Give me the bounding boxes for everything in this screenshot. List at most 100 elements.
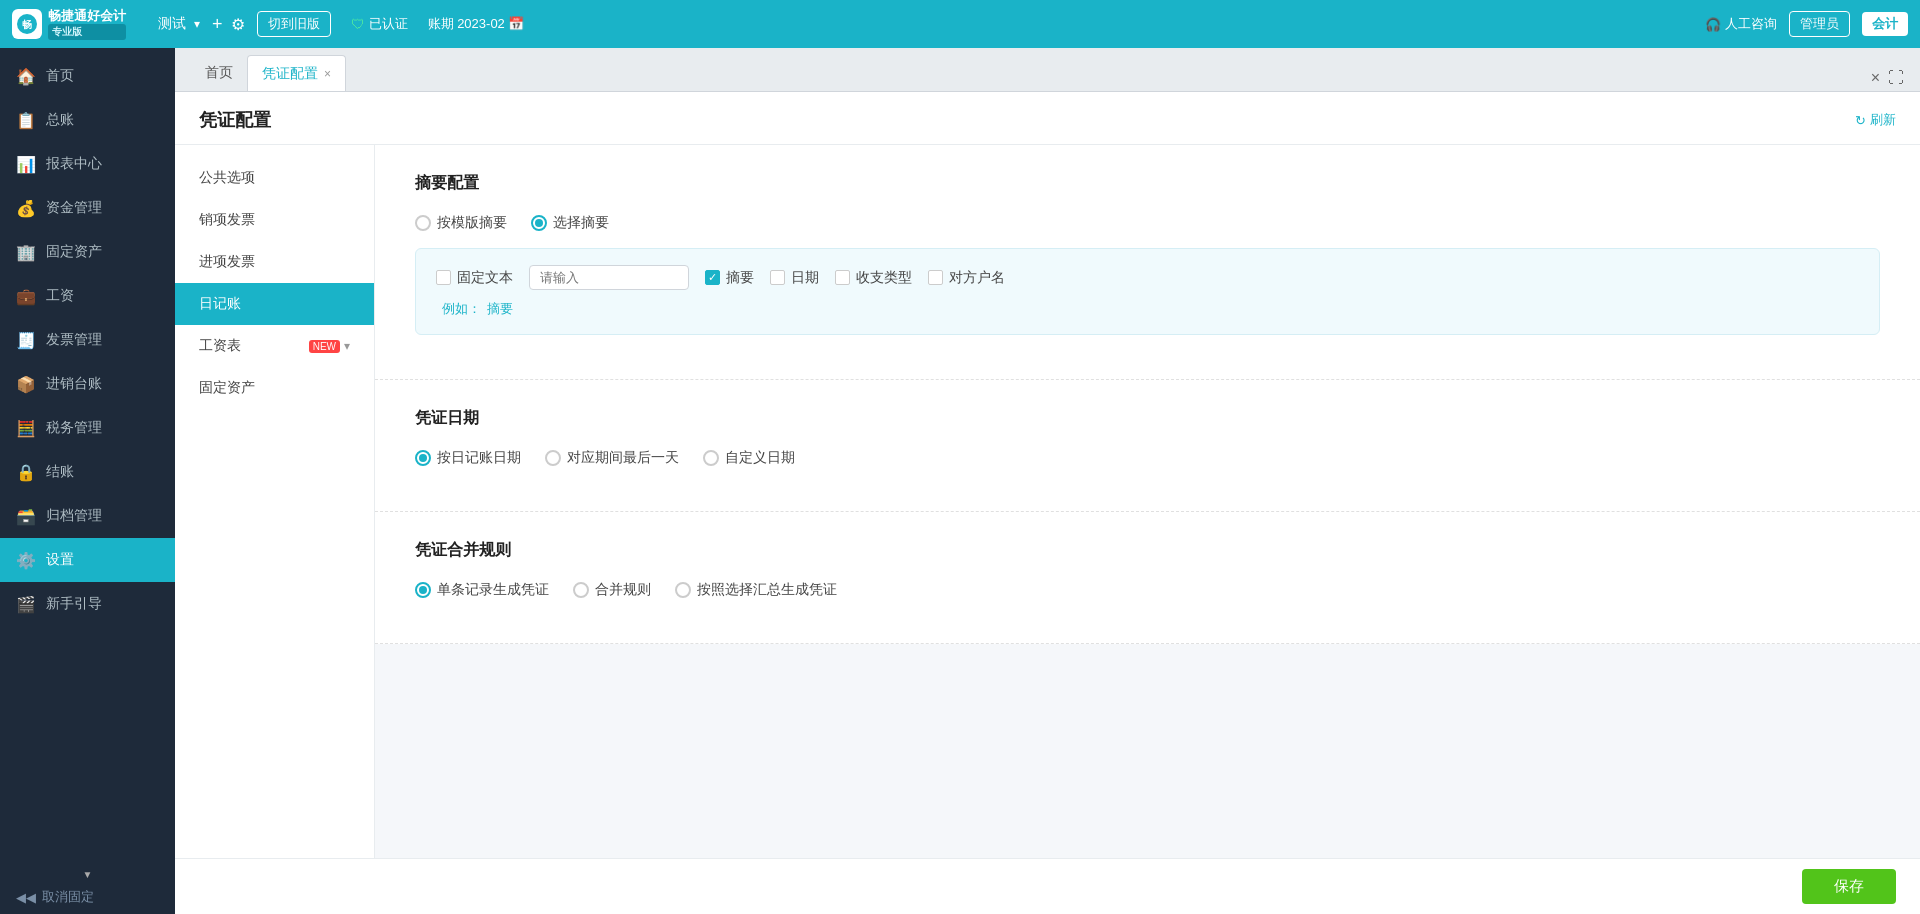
sidebar-item-label-closing: 结账 <box>46 463 74 481</box>
date-radio-group: 按日记账日期 对应期间最后一天 自定义日期 <box>415 449 1880 467</box>
pin-label: 取消固定 <box>42 888 94 906</box>
settings-gear-icon[interactable]: ⚙ <box>231 15 245 34</box>
old-version-button[interactable]: 切到旧版 <box>257 11 331 37</box>
certified-badge: 🛡 已认证 <box>351 15 408 33</box>
left-nav-fixed-assets-label: 固定资产 <box>199 379 255 397</box>
accountant-button[interactable]: 会计 <box>1862 12 1908 36</box>
chevron-down-icon[interactable]: ▾ <box>194 17 200 31</box>
tab-close-icon[interactable]: × <box>324 67 331 81</box>
refresh-button[interactable]: ↻ 刷新 <box>1855 111 1896 129</box>
radio-custom-date[interactable]: 自定义日期 <box>703 449 795 467</box>
sidebar-item-assets[interactable]: 🏢 固定资产 <box>0 230 175 274</box>
sidebar-item-newbie[interactable]: 🎬 新手引导 <box>0 582 175 626</box>
radio-merge-rule-circle <box>573 582 589 598</box>
fixed-text-input[interactable] <box>529 265 689 290</box>
left-nav-journal-label: 日记账 <box>199 295 241 313</box>
sidebar-item-invoice[interactable]: 🧾 发票管理 <box>0 318 175 362</box>
period-info: 账期 2023-02 📅 <box>428 15 525 33</box>
new-badge: NEW <box>309 340 340 353</box>
logo-sub: 专业版 <box>48 24 126 40</box>
radio-select-circle <box>531 215 547 231</box>
checkbox-counterpart-box <box>928 270 943 285</box>
radio-select[interactable]: 选择摘要 <box>531 214 609 232</box>
unpin-button[interactable]: ◀◀ 取消固定 <box>0 879 175 914</box>
sidebar-item-label-finance: 资金管理 <box>46 199 102 217</box>
content-area: 首页 凭证配置 × × ⛶ 凭证配置 ↻ 刷新 <box>175 48 1920 914</box>
support-button[interactable]: 🎧 人工咨询 <box>1705 15 1777 33</box>
sidebar-item-report[interactable]: 📊 报表中心 <box>0 142 175 186</box>
radio-merge-rule[interactable]: 合并规则 <box>573 581 651 599</box>
sidebar-item-label-assets: 固定资产 <box>46 243 102 261</box>
sidebar-item-label-report: 报表中心 <box>46 155 102 173</box>
tab-home[interactable]: 首页 <box>191 55 247 91</box>
logo-icon: 畅 <box>12 9 42 39</box>
checkbox-income-type[interactable]: 收支类型 <box>835 269 912 287</box>
sidebar-item-label-newbie: 新手引导 <box>46 595 102 613</box>
sidebar-item-label-invoice: 发票管理 <box>46 331 102 349</box>
settings-icon: ⚙️ <box>16 550 36 570</box>
checkbox-date[interactable]: 日期 <box>770 269 819 287</box>
radio-template[interactable]: 按模版摘要 <box>415 214 507 232</box>
merge-section: 凭证合并规则 单条记录生成凭证 合并规则 <box>375 512 1920 644</box>
summary-section: 摘要配置 按模版摘要 选择摘要 <box>375 145 1920 380</box>
sidebar-item-sales[interactable]: 📦 进销台账 <box>0 362 175 406</box>
sidebar-item-settings[interactable]: ⚙️ 设置 <box>0 538 175 582</box>
sidebar-item-label-salary: 工资 <box>46 287 74 305</box>
left-nav-public-label: 公共选项 <box>199 169 255 187</box>
sidebar-item-ledger[interactable]: 📋 总账 <box>0 98 175 142</box>
merge-radio-group: 单条记录生成凭证 合并规则 按照选择汇总生成凭证 <box>415 581 1880 599</box>
left-nav-fixed-assets[interactable]: 固定资产 <box>175 367 374 409</box>
checkbox-fixed-text[interactable]: 固定文本 <box>436 269 513 287</box>
app-logo: 畅 畅捷通好会计 专业版 <box>12 8 142 40</box>
left-nav-payroll[interactable]: 工资表 NEW ▾ <box>175 325 374 367</box>
left-nav-sales-invoice[interactable]: 销项发票 <box>175 199 374 241</box>
save-button[interactable]: 保存 <box>1802 869 1896 904</box>
add-project-button[interactable]: + <box>212 14 223 35</box>
date-label: 日期 <box>791 269 819 287</box>
checkbox-income-type-box <box>835 270 850 285</box>
radio-select-merge[interactable]: 按照选择汇总生成凭证 <box>675 581 837 599</box>
radio-custom-date-label: 自定义日期 <box>725 449 795 467</box>
radio-journal-date-label: 按日记账日期 <box>437 449 521 467</box>
admin-button[interactable]: 管理员 <box>1789 11 1850 37</box>
ledger-icon: 📋 <box>16 110 36 130</box>
page: 凭证配置 ↻ 刷新 公共选项 销项发票 进项发票 <box>175 92 1920 914</box>
sidebar-item-label-tax: 税务管理 <box>46 419 102 437</box>
radio-single[interactable]: 单条记录生成凭证 <box>415 581 549 599</box>
tab-voucher-config-label: 凭证配置 <box>262 65 318 83</box>
left-nav-purchase-invoice-label: 进项发票 <box>199 253 255 271</box>
merge-title: 凭证合并规则 <box>415 540 1880 561</box>
left-nav-journal[interactable]: 日记账 <box>175 283 374 325</box>
pin-icon: ◀◀ <box>16 890 36 905</box>
counterpart-label: 对方户名 <box>949 269 1005 287</box>
summary-box-row: 固定文本 ✓ 摘要 <box>436 265 1859 290</box>
sidebar-item-archive[interactable]: 🗃️ 归档管理 <box>0 494 175 538</box>
sidebar-item-home[interactable]: 🏠 首页 <box>0 54 175 98</box>
topbar: 畅 畅捷通好会计 专业版 测试 ▾ + ⚙ 切到旧版 🛡 已认证 账期 2023… <box>0 0 1920 48</box>
tab-voucher-config[interactable]: 凭证配置 × <box>247 55 346 91</box>
radio-period-last[interactable]: 对应期间最后一天 <box>545 449 679 467</box>
summary-label: 摘要 <box>726 269 754 287</box>
checkbox-summary[interactable]: ✓ 摘要 <box>705 269 754 287</box>
sidebar-item-label-home: 首页 <box>46 67 74 85</box>
expand-window-button[interactable]: ⛶ <box>1888 69 1904 87</box>
tax-icon: 🧮 <box>16 418 36 438</box>
sidebar-nav: 🏠 首页 📋 总账 📊 报表中心 💰 资金管理 🏢 固定资产 <box>0 48 175 863</box>
close-window-button[interactable]: × <box>1871 69 1880 87</box>
sidebar-item-tax[interactable]: 🧮 税务管理 <box>0 406 175 450</box>
radio-journal-date[interactable]: 按日记账日期 <box>415 449 521 467</box>
checkbox-counterpart[interactable]: 对方户名 <box>928 269 1005 287</box>
left-nav-public[interactable]: 公共选项 <box>175 157 374 199</box>
sidebar-item-finance[interactable]: 💰 资金管理 <box>0 186 175 230</box>
sidebar-item-salary[interactable]: 💼 工资 <box>0 274 175 318</box>
sidebar-scroll-down-icon[interactable]: ▼ <box>0 864 175 884</box>
left-nav-payroll-label: 工资表 <box>199 337 241 355</box>
sidebar-item-closing[interactable]: 🔒 结账 <box>0 450 175 494</box>
example-value: 摘要 <box>487 301 513 316</box>
left-nav-purchase-invoice[interactable]: 进项发票 <box>175 241 374 283</box>
example-prefix: 例如： <box>442 301 481 316</box>
radio-custom-date-circle <box>703 450 719 466</box>
chevron-right-icon: ▾ <box>344 339 350 353</box>
summary-title: 摘要配置 <box>415 173 1880 194</box>
refresh-label: 刷新 <box>1870 111 1896 129</box>
